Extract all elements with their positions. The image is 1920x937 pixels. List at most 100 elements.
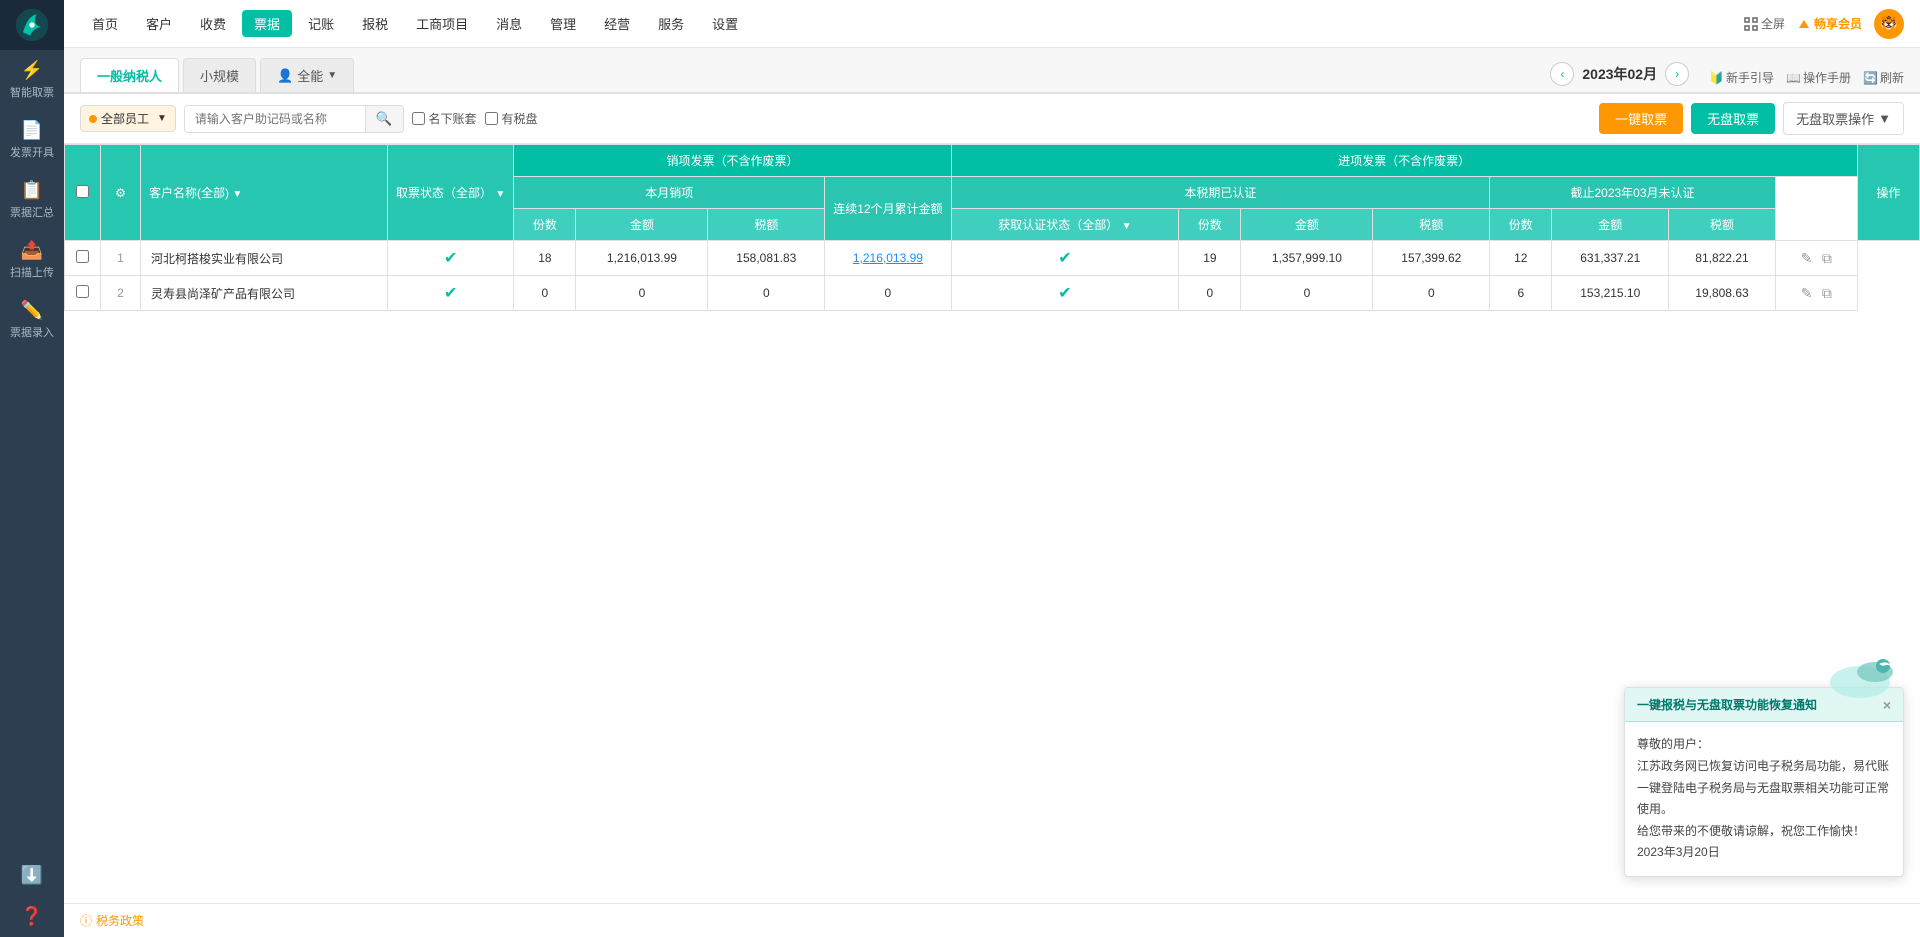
- th-sales-amount: 金额: [576, 209, 708, 241]
- help-icon: ❓: [21, 906, 43, 927]
- th-this-month: 本月销项: [514, 177, 825, 209]
- row-checkbox-0[interactable]: [76, 250, 89, 263]
- current-month: 2023年02月: [1582, 64, 1657, 84]
- sidebar-item-data-entry[interactable]: ✏️ 票据录入: [0, 290, 64, 350]
- filter-icon[interactable]: ▼: [232, 189, 242, 200]
- bird-decoration: [1825, 652, 1895, 698]
- row-recognize-status-0: ✔: [951, 241, 1179, 276]
- th-unrecog-tax: 税额: [1669, 209, 1776, 241]
- one-click-fetch-btn[interactable]: 一键取票: [1599, 103, 1683, 134]
- nav-industrial[interactable]: 工商项目: [404, 10, 480, 37]
- th-purchase-group: 进项发票（不含作废票）: [951, 145, 1857, 177]
- select-all-checkbox[interactable]: [76, 185, 89, 198]
- nav-service[interactable]: 服务: [646, 10, 696, 37]
- th-unrecognized: 截止2023年03月未认证: [1490, 177, 1776, 209]
- row-sales-count-1: 0: [514, 276, 576, 311]
- row-checkbox-cell: [65, 276, 101, 311]
- no-disk-fetch-btn[interactable]: 无盘取票: [1691, 103, 1775, 134]
- sidebar-item-help[interactable]: ❓: [0, 896, 64, 937]
- member-btn[interactable]: 畅享会员: [1797, 15, 1862, 32]
- tab-bar: 一般纳税人 小规模 👤 全能 ▼ ‹ 2023年02月 › 🔰 新手引导 📖: [64, 48, 1920, 94]
- th-purchase-tax: 税额: [1373, 209, 1490, 241]
- th-sales-group: 销项发票（不含作废票）: [514, 145, 951, 177]
- nav-operation[interactable]: 经营: [592, 10, 642, 37]
- nav-tax[interactable]: 报税: [350, 10, 400, 37]
- employee-dropdown-icon: ▼: [157, 113, 167, 124]
- sub-account-check[interactable]: [412, 112, 425, 125]
- nav-right: 全屏 畅享会员 🐯: [1744, 9, 1904, 39]
- th-cumulative: 连续12个月累计金额: [825, 177, 951, 241]
- recognize-filter-icon[interactable]: ▼: [1122, 221, 1132, 232]
- nav-customer[interactable]: 客户: [134, 10, 184, 37]
- month-nav: ‹ 2023年02月 ›: [1550, 62, 1689, 92]
- tax-policy-link[interactable]: 税务政策: [96, 912, 144, 929]
- tab-small[interactable]: 小规模: [183, 58, 256, 92]
- row-unrecog-amount-1: 153,215.10: [1552, 276, 1669, 311]
- user-avatar[interactable]: 🐯: [1874, 9, 1904, 39]
- dropdown-arrow-icon: ▼: [1878, 111, 1891, 126]
- row-fetch-status-1: ✔: [388, 276, 514, 311]
- sidebar-item-download[interactable]: ⬇️: [0, 855, 64, 896]
- edit-action-0[interactable]: ✎: [1801, 250, 1813, 266]
- th-recognize-status: 获取认证状态（全部） ▼: [951, 209, 1179, 241]
- employee-dot: [89, 115, 97, 123]
- sidebar-item-scan-upload[interactable]: 📤 扫描上传: [0, 230, 64, 290]
- copy-action-1[interactable]: ⧉: [1822, 285, 1832, 301]
- th-settings: ⚙: [101, 145, 141, 241]
- sidebar-item-invoice-summary[interactable]: 📋 票据汇总: [0, 170, 64, 230]
- row-company-1: 灵寿县尚泽矿产品有限公司: [141, 276, 388, 311]
- tax-disk-checkbox[interactable]: 有税盘: [485, 110, 538, 127]
- nav-collection[interactable]: 收费: [188, 10, 238, 37]
- tab-general[interactable]: 一般纳税人: [80, 58, 179, 92]
- top-nav: 首页 客户 收费 票据 记账 报税 工商项目 消息 管理 经营 服务 设置 全屏…: [64, 0, 1920, 48]
- tax-disk-check[interactable]: [485, 112, 498, 125]
- search-button[interactable]: 🔍: [365, 106, 403, 132]
- notification-title: 一键报税与无盘取票功能恢复通知: [1637, 696, 1817, 713]
- sidebar-item-smart-fetch[interactable]: ⚡ 智能取票: [0, 50, 64, 110]
- row-purchase-amount-0: 1,357,999.10: [1241, 241, 1373, 276]
- row-cumulative-0: 1,216,013.99: [825, 241, 951, 276]
- sidebar-item-issue-invoice[interactable]: 📄 发票开具: [0, 110, 64, 170]
- toolbar: 全部员工 ▼ 🔍 名下账套 有税盘 一键取票 无盘取票: [64, 94, 1920, 144]
- bottom-bar: ⓘ 税务政策: [64, 903, 1920, 937]
- toolbar-left: 全部员工 ▼ 🔍 名下账套 有税盘: [80, 105, 1589, 133]
- nav-settings[interactable]: 设置: [700, 10, 750, 37]
- refresh-btn[interactable]: 🔄 刷新: [1863, 69, 1904, 86]
- settings-icon[interactable]: ⚙: [115, 186, 126, 200]
- row-sales-amount-0: 1,216,013.99: [576, 241, 708, 276]
- book-icon: 📖: [1786, 71, 1801, 85]
- tab-all[interactable]: 👤 全能 ▼: [260, 58, 354, 92]
- sub-account-checkbox[interactable]: 名下账套: [412, 110, 477, 127]
- prev-month-btn[interactable]: ‹: [1550, 62, 1574, 86]
- th-sales-count: 份数: [514, 209, 576, 241]
- row-sales-tax-1: 0: [708, 276, 825, 311]
- row-checkbox-1[interactable]: [76, 285, 89, 298]
- row-checkbox-cell: [65, 241, 101, 276]
- row-unrecog-count-1: 6: [1490, 276, 1552, 311]
- th-unrecog-amount: 金额: [1552, 209, 1669, 241]
- nav-invoice[interactable]: 票据: [242, 10, 292, 37]
- no-disk-ops-btn[interactable]: 无盘取票操作 ▼: [1783, 102, 1904, 135]
- fullscreen-btn[interactable]: 全屏: [1744, 15, 1785, 32]
- table-body: 1 河北柯搭梭实业有限公司 ✔ 18 1,216,013.99 158,081.…: [65, 241, 1920, 311]
- nav-management[interactable]: 管理: [538, 10, 588, 37]
- edit-action-1[interactable]: ✎: [1801, 285, 1813, 301]
- notification-close-btn[interactable]: ×: [1883, 697, 1891, 713]
- search-input[interactable]: [185, 107, 365, 131]
- employee-select[interactable]: 全部员工 ▼: [80, 105, 176, 132]
- fetch-status-filter-icon[interactable]: ▼: [495, 189, 505, 200]
- nav-bookkeeping[interactable]: 记账: [296, 10, 346, 37]
- next-month-btn[interactable]: ›: [1665, 62, 1689, 86]
- row-unrecog-count-0: 12: [1490, 241, 1552, 276]
- manual-btn[interactable]: 📖 操作手册: [1786, 69, 1851, 86]
- row-num-1: 2: [101, 276, 141, 311]
- sidebar-logo: [0, 0, 64, 50]
- nav-home[interactable]: 首页: [80, 10, 130, 37]
- new-guide-btn[interactable]: 🔰 新手引导: [1709, 69, 1774, 86]
- th-purchase-amount: 金额: [1241, 209, 1373, 241]
- nav-message[interactable]: 消息: [484, 10, 534, 37]
- copy-action-0[interactable]: ⧉: [1822, 250, 1832, 266]
- sidebar-bottom: ⬇️ ❓: [0, 855, 64, 937]
- th-fetch-status: 取票状态（全部） ▼: [388, 145, 514, 241]
- th-recognized: 本税期已认证: [951, 177, 1490, 209]
